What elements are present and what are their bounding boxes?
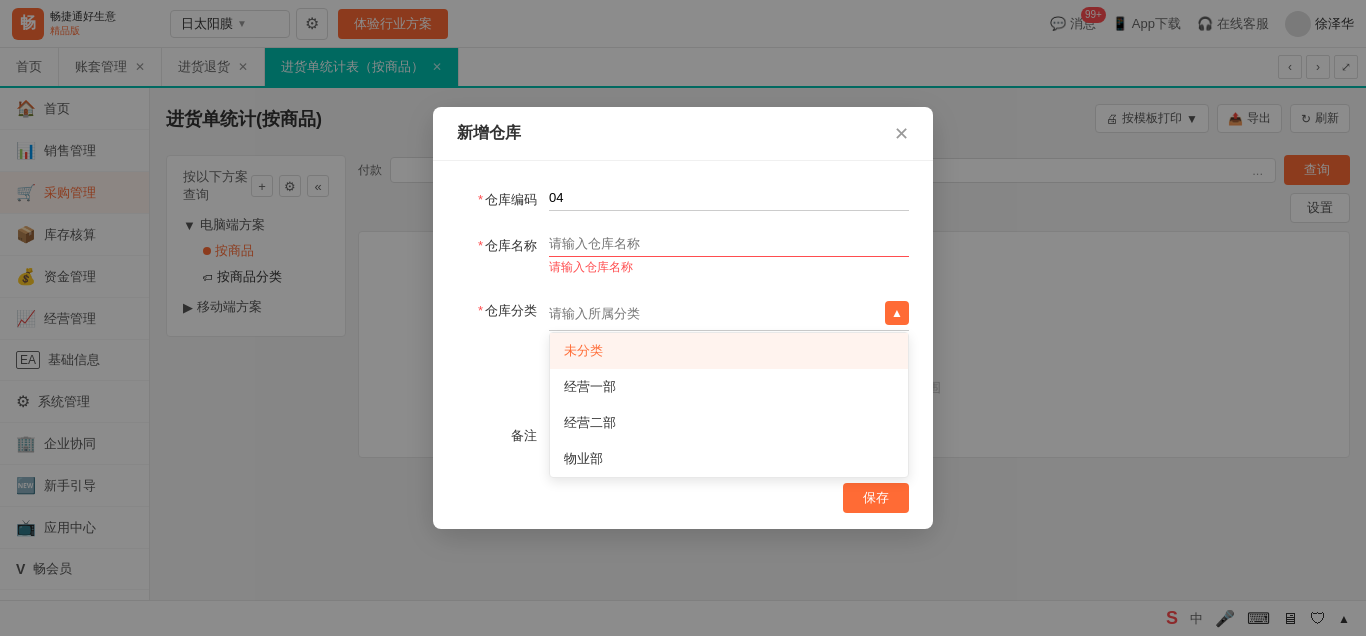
dropdown-item-dept1[interactable]: 经营一部 [550, 369, 908, 405]
add-warehouse-modal: 新增仓库 ✕ *仓库编码 *仓库名称 请输入仓库名称 *仓库分类 [433, 107, 933, 529]
category-input-row: ▲ [549, 296, 909, 331]
name-label: *仓库名称 [457, 231, 537, 255]
warehouse-code-input[interactable] [549, 185, 909, 211]
dropdown-item-uncategorized[interactable]: 未分类 [550, 333, 908, 369]
warehouse-code-row: *仓库编码 [457, 185, 909, 211]
code-required: * [478, 192, 483, 207]
category-required: * [478, 303, 483, 318]
dropdown-item-property[interactable]: 物业部 [550, 441, 908, 477]
name-error-text: 请输入仓库名称 [549, 259, 909, 276]
warehouse-category-row: *仓库分类 ▲ 未分类 经营一部 经营二部 物业部 [457, 296, 909, 331]
dropdown-item-dept2[interactable]: 经营二部 [550, 405, 908, 441]
warehouse-name-input[interactable] [549, 231, 909, 257]
save-button[interactable]: 保存 [843, 483, 909, 513]
code-label: *仓库编码 [457, 185, 537, 209]
modal-title: 新增仓库 [457, 123, 521, 144]
code-field-wrap [549, 185, 909, 211]
modal-close-icon[interactable]: ✕ [894, 125, 909, 143]
modal-header: 新增仓库 ✕ [433, 107, 933, 161]
warehouse-name-row: *仓库名称 请输入仓库名称 [457, 231, 909, 276]
category-field-wrap: ▲ 未分类 经营一部 经营二部 物业部 [549, 296, 909, 331]
modal-body: *仓库编码 *仓库名称 请输入仓库名称 *仓库分类 ▲ [433, 161, 933, 447]
name-field-wrap: 请输入仓库名称 [549, 231, 909, 276]
category-label: *仓库分类 [457, 296, 537, 320]
category-up-icon[interactable]: ▲ [885, 301, 909, 325]
note-label: 备注 [457, 421, 537, 445]
category-dropdown: 未分类 经营一部 经营二部 物业部 [549, 332, 909, 478]
name-required: * [478, 238, 483, 253]
category-input[interactable] [549, 306, 885, 321]
